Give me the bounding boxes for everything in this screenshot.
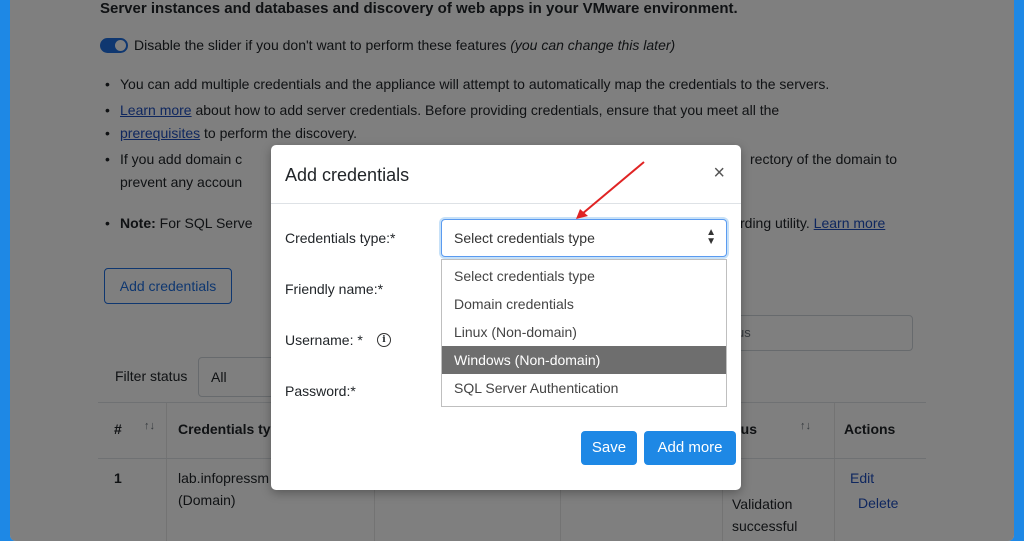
app-window: Server instances and databases and disco… [10,0,1014,541]
annotation-arrow [576,161,645,219]
arrow-shaft [581,161,645,215]
